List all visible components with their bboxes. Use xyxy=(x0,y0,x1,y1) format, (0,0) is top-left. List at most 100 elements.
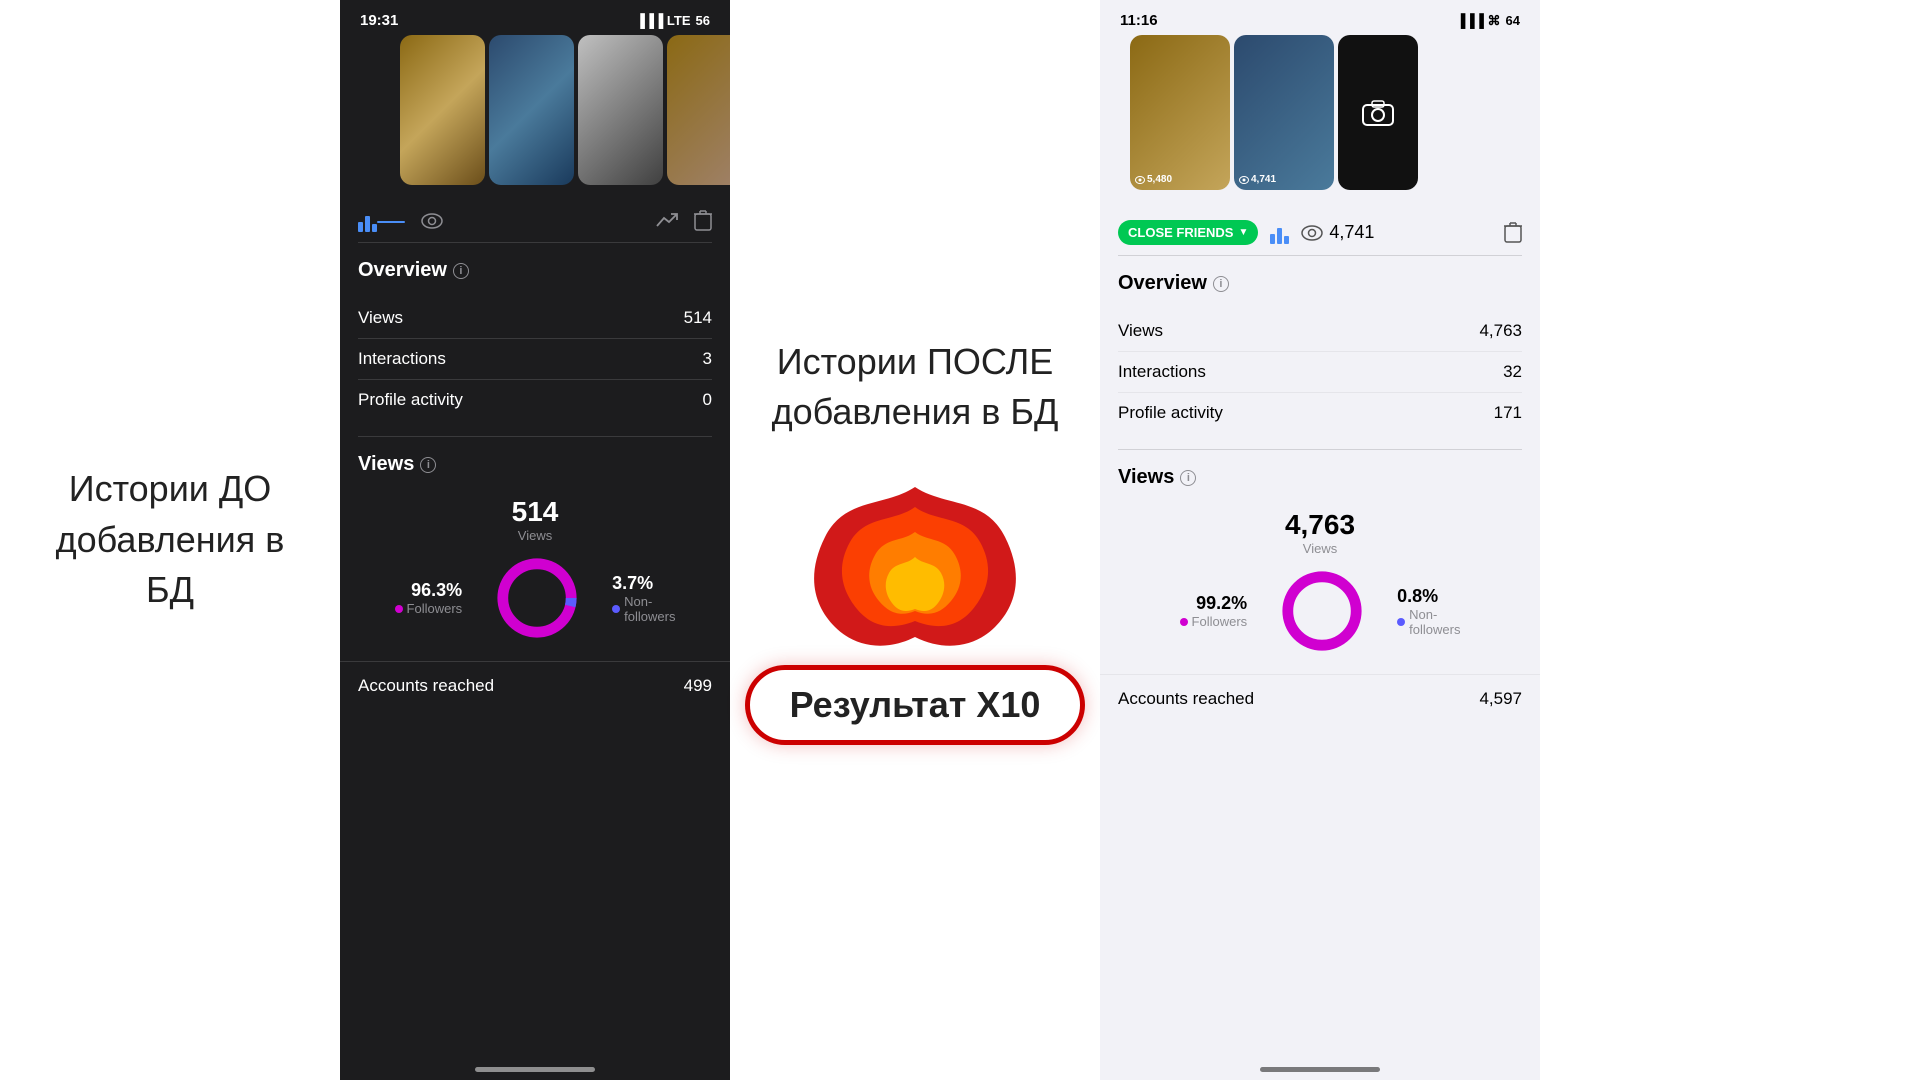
nonfollowers-dot-right xyxy=(1397,618,1405,626)
accounts-value-left: 499 xyxy=(684,676,712,696)
overview-info-icon-right[interactable]: i xyxy=(1213,276,1229,292)
overview-title-left: Overview i xyxy=(358,259,712,282)
stat-value-profile: 0 xyxy=(703,390,712,410)
views-section-right: Views i 4,763 Views 99.2% Followers 0.8% xyxy=(1100,450,1540,664)
followers-dot-left xyxy=(395,605,403,613)
middle-panel: Истории ПОСЛЕдобавления в БД Результат Х… xyxy=(730,0,1100,1080)
close-friends-badge[interactable]: CLOSE FRIENDS ▼ xyxy=(1118,220,1258,245)
right-thumb-camera[interactable] xyxy=(1338,35,1418,190)
result-badge-container: Результат Х10 xyxy=(747,667,1084,743)
trash-icon[interactable] xyxy=(694,210,712,232)
bar-chart-bars xyxy=(358,210,377,232)
accounts-reached-right: Accounts reached 4,597 xyxy=(1100,674,1540,723)
stat-row-profile: Profile activity 0 xyxy=(358,380,712,420)
stat-row-views: Views 514 xyxy=(358,298,712,339)
donut-container-right: 99.2% Followers 0.8% Non-followers xyxy=(1118,566,1522,656)
stat-label-profile-right: Profile activity xyxy=(1118,403,1223,423)
story-thumbnails-right: 5,480 4,741 xyxy=(1100,35,1540,205)
right-thumb-1[interactable]: 5,480 xyxy=(1130,35,1230,190)
eye-icon[interactable] xyxy=(421,213,443,229)
stat-value-profile-right: 171 xyxy=(1494,403,1522,423)
views-sub-label-left: Views xyxy=(518,528,552,543)
controls-left-right: CLOSE FRIENDS ▼ 4,741 xyxy=(1118,220,1374,245)
views-sub-label-right: Views xyxy=(1303,541,1337,556)
result-badge: Результат Х10 xyxy=(747,667,1084,743)
stat-row-interactions: Interactions 3 xyxy=(358,339,712,380)
donut-label-nonfollowers-left: 3.7% Non-followers xyxy=(612,573,675,624)
overview-info-icon[interactable]: i xyxy=(453,263,469,279)
stat-value-views-right: 4,763 xyxy=(1479,321,1522,341)
phone-before: 19:31 ▐▐▐ LTE 56 xyxy=(340,0,730,1080)
accounts-label-right: Accounts reached xyxy=(1118,689,1254,709)
donut-label-followers-right: 99.2% Followers xyxy=(1180,593,1248,629)
followers-sub-left: Followers xyxy=(395,601,463,616)
stat-label-views: Views xyxy=(358,308,403,328)
story-thumbnails-left xyxy=(340,35,730,195)
bar-chart-bars-right xyxy=(1270,222,1289,244)
story-thumb-4[interactable] xyxy=(667,35,730,185)
controls-right-left xyxy=(656,210,712,232)
followers-dot-right xyxy=(1180,618,1188,626)
donut-container-left: 96.3% Followers 3.7% Non-followers xyxy=(358,553,712,643)
stat-value-views: 514 xyxy=(684,308,712,328)
bar-chart-icon[interactable] xyxy=(358,210,405,232)
flame-svg xyxy=(745,477,1085,657)
stat-row-profile-right: Profile activity 171 xyxy=(1118,393,1522,433)
stat-row-views-right: Views 4,763 xyxy=(1118,311,1522,352)
nonfollowers-dot-left xyxy=(612,605,620,613)
followers-pct-left: 96.3% xyxy=(395,580,463,601)
trash-icon-svg-right xyxy=(1504,222,1522,244)
story-thumb-3[interactable] xyxy=(578,35,663,185)
stat-value-interactions-right: 32 xyxy=(1503,362,1522,382)
view-count-right: 4,741 xyxy=(1301,222,1374,243)
stat-label-views-right: Views xyxy=(1118,321,1163,341)
controls-row-right: CLOSE FRIENDS ▼ 4,741 xyxy=(1100,210,1540,255)
story-thumb-1[interactable] xyxy=(400,35,485,185)
nonfollowers-pct-left: 3.7% xyxy=(612,573,675,594)
status-bar-right: 11:16 ▐▐▐ ⌘ 64 xyxy=(1100,0,1540,35)
views-title-right: Views i xyxy=(1118,466,1522,489)
donut-group-right: 4,763 Views xyxy=(1118,509,1522,556)
views-title-left: Views i xyxy=(358,453,712,476)
views-section-left: Views i 514 Views 96.3% Followers 3.7% xyxy=(340,437,730,651)
views-info-icon[interactable]: i xyxy=(420,457,436,473)
chevron-down-icon: ▼ xyxy=(1238,227,1248,238)
accounts-value-right: 4,597 xyxy=(1479,689,1522,709)
eye-icon-right xyxy=(1301,225,1323,241)
stat-label-interactions-right: Interactions xyxy=(1118,362,1206,382)
status-bar-left: 19:31 ▐▐▐ LTE 56 xyxy=(340,0,730,35)
stat-value-interactions: 3 xyxy=(703,349,712,369)
thumb-view-2: 4,741 xyxy=(1239,174,1276,185)
nonfollowers-sub-right: Non-followers xyxy=(1397,607,1460,637)
home-indicator-left xyxy=(475,1067,595,1072)
accounts-label-left: Accounts reached xyxy=(358,676,494,696)
home-indicator-right xyxy=(1260,1067,1380,1072)
thumb-view-1: 5,480 xyxy=(1135,174,1172,185)
overview-title-right: Overview i xyxy=(1118,272,1522,295)
donut-chart-left xyxy=(492,553,582,643)
views-big-number-right: 4,763 xyxy=(1285,509,1355,541)
story-thumb-2[interactable] xyxy=(489,35,574,185)
views-info-icon-right[interactable]: i xyxy=(1180,470,1196,486)
time-left: 19:31 xyxy=(360,12,398,29)
flame-area xyxy=(745,477,1085,657)
trend-icon[interactable] xyxy=(656,212,678,230)
donut-label-followers-left: 96.3% Followers xyxy=(395,580,463,616)
overview-section-right: Overview i Views 4,763 Interactions 32 P… xyxy=(1100,256,1540,441)
bar-chart-icon-right[interactable] xyxy=(1270,222,1289,244)
followers-sub-right: Followers xyxy=(1180,614,1248,629)
views-big-number-left: 514 xyxy=(512,496,559,528)
stat-label-profile: Profile activity xyxy=(358,390,463,410)
trash-icon-right[interactable] xyxy=(1504,222,1522,244)
signal-left: ▐▐▐ LTE 56 xyxy=(636,13,710,28)
left-text-panel: Истории ДОдобавления в БД xyxy=(0,0,340,1080)
controls-left xyxy=(358,210,443,232)
camera-icon xyxy=(1362,99,1394,127)
middle-title: Истории ПОСЛЕдобавления в БД xyxy=(772,337,1059,438)
donut-label-nonfollowers-right: 0.8% Non-followers xyxy=(1397,586,1460,637)
overview-section-left: Overview i Views 514 Interactions 3 Prof… xyxy=(340,243,730,428)
nonfollowers-sub-left: Non-followers xyxy=(612,594,675,624)
signal-right: ▐▐▐ ⌘ 64 xyxy=(1456,13,1520,29)
right-thumb-2[interactable]: 4,741 xyxy=(1234,35,1334,190)
time-right: 11:16 xyxy=(1120,12,1158,29)
